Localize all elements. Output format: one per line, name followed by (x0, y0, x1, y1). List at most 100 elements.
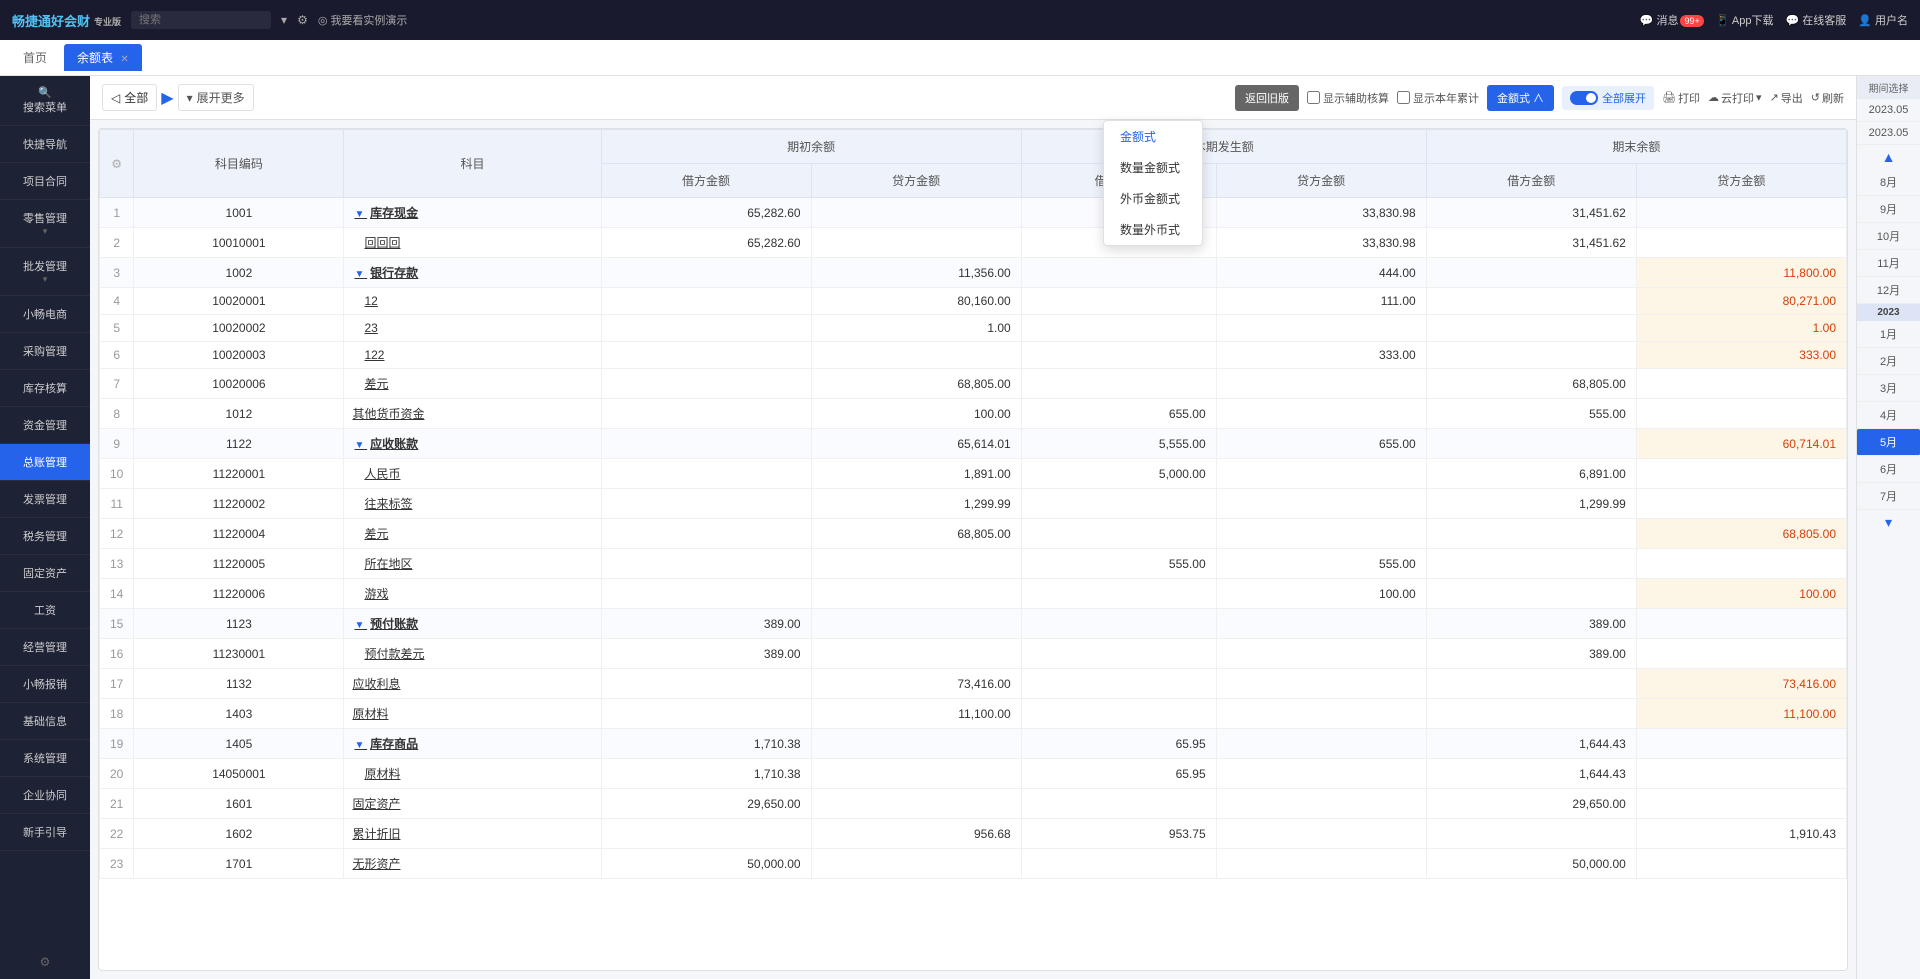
sidebar-item-cooperation[interactable]: 企业协同 (0, 777, 90, 814)
messages-button[interactable]: 💬 消息99+ (1640, 12, 1704, 28)
expand-more-button[interactable]: ▾ 展开更多 (178, 84, 254, 111)
format-menu-qty-foreign[interactable]: 数量外币式 (1104, 214, 1202, 245)
sidebar-item-wholesale[interactable]: 批发管理 ▾ (0, 248, 90, 296)
account-code-cell[interactable]: 11220002 (134, 489, 344, 519)
account-code-cell[interactable]: 11220004 (134, 519, 344, 549)
period-jul[interactable]: 7月 (1857, 483, 1920, 510)
account-code-cell[interactable]: 1001 (134, 198, 344, 228)
account-code-cell[interactable]: 10010001 (134, 228, 344, 258)
account-code-cell[interactable]: 1405 (134, 729, 344, 759)
account-code-cell[interactable]: 10020003 (134, 342, 344, 369)
sidebar-item-retail[interactable]: 零售管理 ▾ (0, 200, 90, 248)
account-code-cell[interactable]: 1123 (134, 609, 344, 639)
account-code-cell[interactable]: 1002 (134, 258, 344, 288)
sidebar-item-assets[interactable]: 固定资产 (0, 555, 90, 592)
refresh-button[interactable]: ↺ 刷新 (1811, 90, 1844, 106)
period-apr[interactable]: 4月 (1857, 402, 1920, 429)
expand-all-toggle[interactable]: 全部展开 (1562, 86, 1654, 110)
period-aug[interactable]: 8月 (1857, 169, 1920, 196)
table-row: 16 11230001 预付款差元 389.00 389.00 (100, 639, 1847, 669)
sidebar-item-project[interactable]: 项目合同 (0, 163, 90, 200)
user-avatar[interactable]: 👤 用户名 (1858, 12, 1908, 28)
tab-balance[interactable]: 余额表 ✕ (64, 44, 142, 71)
opening-credit-cell (811, 849, 1021, 879)
account-code-cell[interactable]: 1012 (134, 399, 344, 429)
period-2023-05-1[interactable]: 2023.05 (1857, 99, 1920, 122)
period-nov[interactable]: 11月 (1857, 250, 1920, 277)
period-mar[interactable]: 3月 (1857, 375, 1920, 402)
toggle-switch[interactable] (1570, 91, 1598, 105)
sidebar-item-operations[interactable]: 经营管理 (0, 629, 90, 666)
format-button[interactable]: 金额式 ∧ (1487, 85, 1554, 111)
sidebar-item-system[interactable]: 系统管理 (0, 740, 90, 777)
account-name-cell: 122 (344, 342, 601, 369)
sidebar-item-ecommerce[interactable]: 小畅电商 (0, 296, 90, 333)
auxiliary-checkbox-input[interactable] (1307, 91, 1320, 104)
period-jun[interactable]: 6月 (1857, 456, 1920, 483)
account-code-cell[interactable]: 11220006 (134, 579, 344, 609)
tab-home[interactable]: 首页 (10, 44, 60, 71)
back-to-old-button[interactable]: 返回旧版 (1235, 85, 1299, 111)
sidebar-item-inventory[interactable]: 库存核算 (0, 370, 90, 407)
tab-close-balance[interactable]: ✕ (120, 51, 128, 65)
sidebar-item-capital[interactable]: 资金管理 (0, 407, 90, 444)
account-code-cell[interactable]: 1403 (134, 699, 344, 729)
account-code-cell[interactable]: 1601 (134, 789, 344, 819)
sidebar-item-payroll[interactable]: 工资 (0, 592, 90, 629)
row-num-cell: 12 (100, 519, 134, 549)
account-code-cell[interactable]: 10020002 (134, 315, 344, 342)
format-menu-amount[interactable]: 金额式 (1104, 121, 1202, 152)
period-nav-down[interactable]: ▾ (1857, 510, 1920, 535)
sidebar-item-shortcuts[interactable]: 快捷导航 (0, 126, 90, 163)
sidebar-item-general[interactable]: 总账管理 (0, 444, 90, 481)
app-download-button[interactable]: 📱 App下载 (1716, 12, 1774, 28)
table-settings-icon[interactable]: ⚙ (111, 157, 122, 171)
closing-credit-cell: 1,910.43 (1636, 819, 1846, 849)
account-code-cell[interactable]: 11230001 (134, 639, 344, 669)
account-code-cell[interactable]: 14050001 (134, 759, 344, 789)
account-code-cell[interactable]: 1602 (134, 819, 344, 849)
period-may[interactable]: 5月 (1857, 429, 1920, 456)
top-settings-icon[interactable]: ⚙ (297, 13, 308, 27)
opening-debit-cell: 65,282.60 (601, 198, 811, 228)
account-code-cell[interactable]: 1122 (134, 429, 344, 459)
period-header: 期间选择 (1857, 76, 1920, 99)
cloud-print-button[interactable]: ☁ 云打印 ▾ (1708, 90, 1762, 106)
sidebar-item-purchase[interactable]: 采购管理 (0, 333, 90, 370)
show-annual-checkbox[interactable]: 显示本年累计 (1397, 90, 1479, 106)
period-oct[interactable]: 10月 (1857, 223, 1920, 250)
annual-checkbox-input[interactable] (1397, 91, 1410, 104)
print-button[interactable]: 🖨 打印 (1662, 90, 1700, 106)
sidebar-item-sales[interactable]: 小畅报销 (0, 666, 90, 703)
account-code-cell[interactable]: 1132 (134, 669, 344, 699)
sidebar-item-tax[interactable]: 税务管理 (0, 518, 90, 555)
search-dropdown-icon[interactable]: ▾ (281, 13, 287, 27)
opening-debit-cell (601, 489, 811, 519)
period-sep[interactable]: 9月 (1857, 196, 1920, 223)
period-dec[interactable]: 12月 (1857, 277, 1920, 304)
period-jan[interactable]: 1月 (1857, 321, 1920, 348)
account-code-cell[interactable]: 1701 (134, 849, 344, 879)
account-code-cell[interactable]: 10020001 (134, 288, 344, 315)
sidebar-item-basic[interactable]: 基础信息 (0, 703, 90, 740)
top-search-input[interactable] (131, 11, 271, 29)
format-menu-foreign-amount[interactable]: 外币金额式 (1104, 183, 1202, 214)
sidebar-item-guide[interactable]: 新手引导 (0, 814, 90, 851)
row-num-cell: 8 (100, 399, 134, 429)
format-menu-qty-amount[interactable]: 数量金额式 (1104, 152, 1202, 183)
closing-credit-cell (1636, 459, 1846, 489)
sidebar-item-invoice[interactable]: 发票管理 (0, 481, 90, 518)
export-button[interactable]: ↗ 导出 (1770, 90, 1803, 106)
sidebar-item-search[interactable]: 🔍 搜索菜单 (0, 76, 90, 126)
sidebar-settings-button[interactable]: ⚙ (0, 945, 90, 979)
period-2023-05-2[interactable]: 2023.05 (1857, 122, 1920, 145)
demo-link[interactable]: ◎ 我要看实例演示 (318, 12, 408, 28)
breadcrumb-button[interactable]: ◁ 全部 (102, 84, 157, 111)
account-code-cell[interactable]: 11220001 (134, 459, 344, 489)
account-code-cell[interactable]: 10020006 (134, 369, 344, 399)
account-code-cell[interactable]: 11220005 (134, 549, 344, 579)
online-service-button[interactable]: 💬 在线客服 (1785, 12, 1846, 28)
show-auxiliary-checkbox[interactable]: 显示辅助核算 (1307, 90, 1389, 106)
period-feb[interactable]: 2月 (1857, 348, 1920, 375)
period-nav-up[interactable]: ▲ (1857, 145, 1920, 169)
